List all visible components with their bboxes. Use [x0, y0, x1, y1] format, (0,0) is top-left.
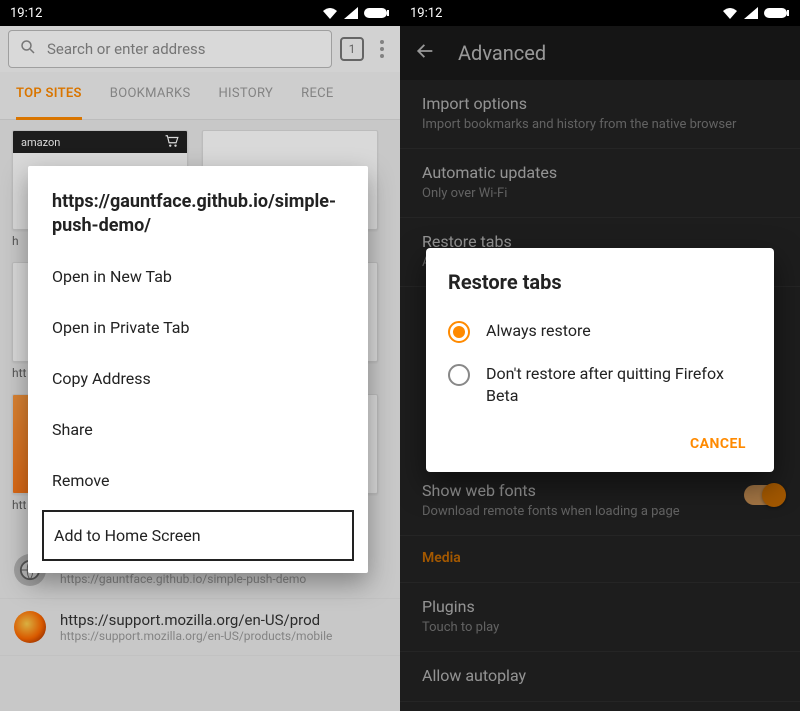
radio-option-always-restore[interactable]: Always restore — [448, 310, 752, 353]
status-time: 19:12 — [410, 6, 442, 21]
signal-icon — [344, 7, 358, 19]
menu-add-to-home-screen[interactable]: Add to Home Screen — [42, 510, 354, 561]
status-time: 19:12 — [10, 6, 42, 21]
radio-icon — [448, 364, 470, 386]
radio-label: Don't restore after quitting Firefox Bet… — [486, 363, 752, 406]
menu-copy-address[interactable]: Copy Address — [28, 353, 368, 404]
status-bar: 19:12 — [400, 0, 800, 26]
battery-icon — [364, 7, 390, 19]
context-menu-title: https://gauntface.github.io/simple-push-… — [28, 172, 368, 251]
radio-icon — [448, 321, 470, 343]
dialog-title: Restore tabs — [448, 270, 752, 294]
battery-icon — [764, 7, 790, 19]
restore-tabs-dialog: Restore tabs Always restore Don't restor… — [426, 248, 774, 472]
signal-icon — [744, 7, 758, 19]
wifi-icon — [722, 7, 738, 19]
cancel-button[interactable]: CANCEL — [684, 426, 752, 462]
status-bar: 19:12 — [0, 0, 400, 26]
screenshot-right: 19:12 Advanced Import options — [400, 0, 800, 711]
wifi-icon — [322, 7, 338, 19]
menu-remove[interactable]: Remove — [28, 455, 368, 506]
menu-open-private-tab[interactable]: Open in Private Tab — [28, 302, 368, 353]
context-menu: https://gauntface.github.io/simple-push-… — [28, 166, 368, 573]
menu-open-new-tab[interactable]: Open in New Tab — [28, 251, 368, 302]
radio-option-dont-restore[interactable]: Don't restore after quitting Firefox Bet… — [448, 353, 752, 416]
radio-label: Always restore — [486, 320, 591, 342]
screenshot-left: 19:12 Search or enter address — [0, 0, 400, 711]
menu-share[interactable]: Share — [28, 404, 368, 455]
